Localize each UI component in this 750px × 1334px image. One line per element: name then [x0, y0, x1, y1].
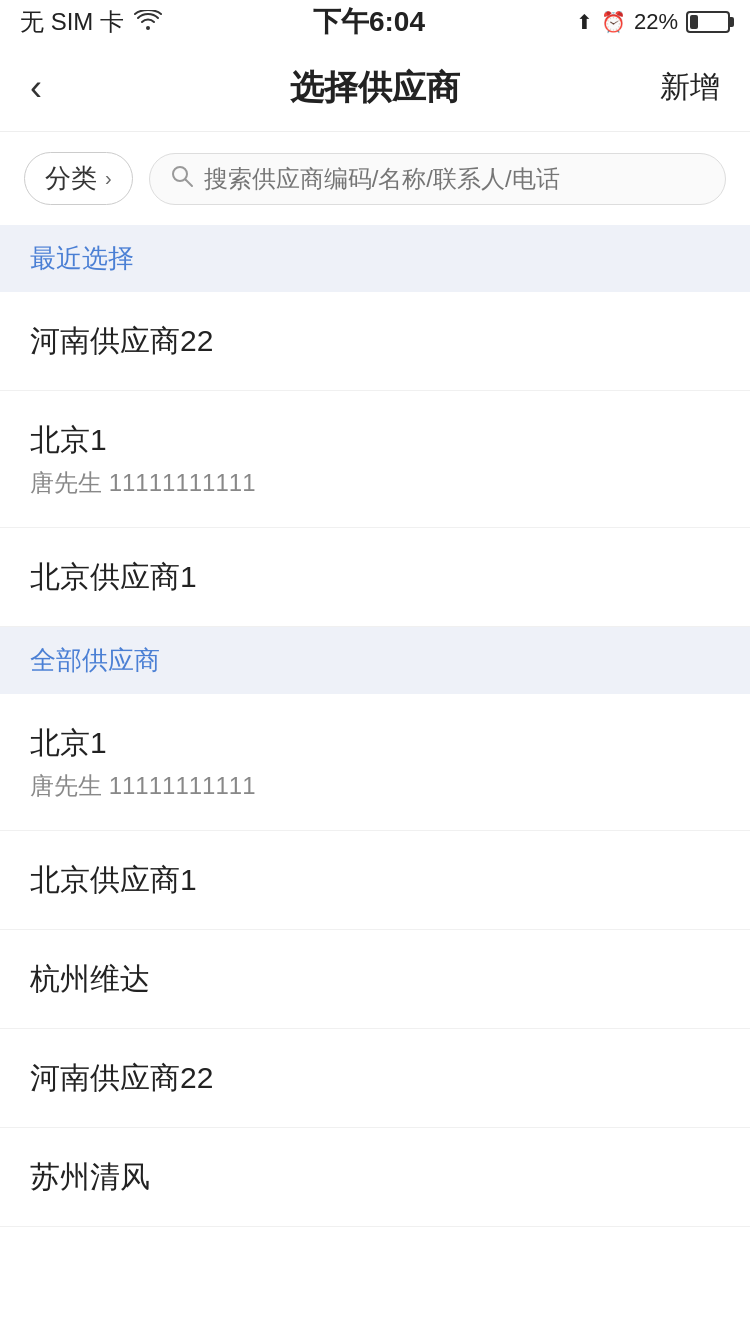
- status-left: 无 SIM 卡: [20, 6, 162, 38]
- all-list: 北京1 唐先生 11111111111 北京供应商1 杭州维达河南供应商22 苏州清风: [0, 694, 750, 1227]
- location-icon: ⬆: [576, 10, 593, 34]
- item-name: 苏州清风: [30, 1156, 720, 1198]
- list-item[interactable]: 北京1 唐先生 11111111111: [0, 391, 750, 528]
- add-button[interactable]: 新增: [660, 67, 720, 108]
- no-sim-label: 无 SIM 卡: [20, 6, 124, 38]
- status-right: ⬆ ⏰ 22%: [576, 9, 730, 35]
- item-sub: 唐先生 11111111111: [30, 770, 720, 802]
- chevron-right-icon: ›: [105, 167, 112, 190]
- battery-icon: [686, 11, 730, 33]
- nav-bar: ‹ 选择供应商 新增: [0, 44, 750, 132]
- category-filter-button[interactable]: 分类 ›: [24, 152, 133, 205]
- list-item[interactable]: 河南供应商22: [0, 292, 750, 391]
- svg-line-1: [185, 179, 192, 186]
- status-time: 下午6:04: [313, 3, 425, 41]
- status-bar: 无 SIM 卡 下午6:04 ⬆ ⏰ 22%: [0, 0, 750, 44]
- list-item[interactable]: 北京1 唐先生 11111111111: [0, 694, 750, 831]
- wifi-icon: [134, 8, 162, 36]
- category-label: 分类: [45, 161, 97, 196]
- list-item[interactable]: 北京供应商1: [0, 528, 750, 627]
- search-box[interactable]: [149, 153, 726, 205]
- item-name: 北京供应商1: [30, 859, 720, 901]
- back-button[interactable]: ‹: [30, 67, 90, 109]
- search-input[interactable]: [204, 165, 705, 193]
- filter-bar: 分类 ›: [0, 132, 750, 225]
- recent-list: 河南供应商22 北京1 唐先生 11111111111 北京供应商1: [0, 292, 750, 627]
- item-name: 北京1: [30, 722, 720, 764]
- item-name: 北京1: [30, 419, 720, 461]
- search-icon: [170, 164, 194, 194]
- list-item[interactable]: 北京供应商1: [0, 831, 750, 930]
- list-item[interactable]: 苏州清风: [0, 1128, 750, 1227]
- page-title: 选择供应商: [290, 65, 460, 111]
- item-name: 杭州维达: [30, 958, 720, 1000]
- recent-section-header: 最近选择: [0, 225, 750, 292]
- battery-percent: 22%: [634, 9, 678, 35]
- item-sub: 唐先生 11111111111: [30, 467, 720, 499]
- item-name: 河南供应商22: [30, 1057, 720, 1099]
- item-name: 河南供应商22: [30, 320, 720, 362]
- list-item[interactable]: 河南供应商22: [0, 1029, 750, 1128]
- list-item[interactable]: 杭州维达: [0, 930, 750, 1029]
- item-name: 北京供应商1: [30, 556, 720, 598]
- all-section-header: 全部供应商: [0, 627, 750, 694]
- alarm-icon: ⏰: [601, 10, 626, 34]
